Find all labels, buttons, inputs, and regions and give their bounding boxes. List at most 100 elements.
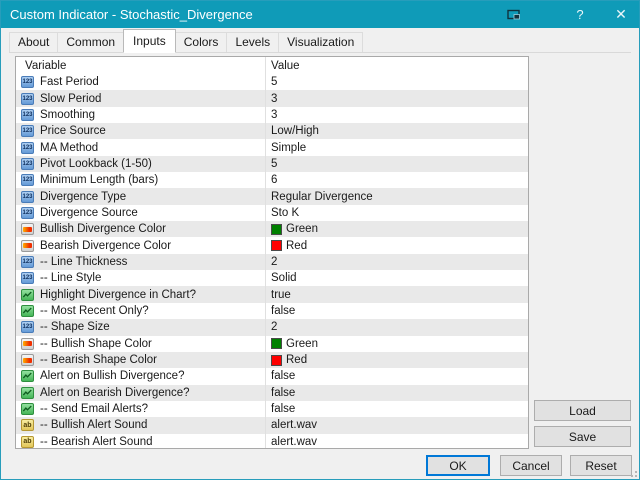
value-text: alert.wav [271,436,317,448]
reset-button[interactable]: Reset [570,455,632,476]
variable-value[interactable]: Sto K [266,205,528,221]
table-header: Variable Value [16,57,528,74]
variable-cell: 123Fast Period [16,74,266,90]
cancel-button[interactable]: Cancel [500,455,562,476]
variable-value[interactable]: 6 [266,172,528,188]
table-row[interactable]: 123Slow Period3 [16,90,528,106]
color-type-icon [21,338,34,350]
variable-value[interactable]: false [266,368,528,384]
variable-value[interactable]: Low/High [266,123,528,139]
table-row[interactable]: Highlight Divergence in Chart?true [16,286,528,302]
resize-grip[interactable] [628,468,637,477]
value-text: Low/High [271,125,319,137]
table-row[interactable]: Bullish Divergence ColorGreen [16,221,528,237]
variable-value[interactable]: Green [266,221,528,237]
table-row[interactable]: 123 -- Line Thickness 2 [16,254,528,270]
variable-value[interactable]: alert.wav [266,417,528,433]
color-swatch [271,338,282,349]
variable-cell: Alert on Bearish Divergence? [16,385,266,401]
variable-value[interactable]: alert.wav [266,434,528,449]
int-type-icon: 123 [21,207,34,219]
table-row[interactable]: -- Send Email Alerts?false [16,401,528,417]
variable-cell: 123Price Source [16,123,266,139]
column-header-value[interactable]: Value [266,57,528,74]
variable-value[interactable]: 2 [266,254,528,270]
variable-cell: Alert on Bullish Divergence? [16,368,266,384]
tab-bar: AboutCommonInputsColorsLevelsVisualizati… [9,33,631,53]
help-button[interactable]: ? [565,1,595,28]
table-row[interactable]: -- Bearish Shape ColorRed [16,352,528,368]
ok-button[interactable]: OK [426,455,490,476]
table-row[interactable]: Alert on Bearish Divergence?false [16,385,528,401]
tab-about[interactable]: About [9,32,58,52]
variable-value[interactable]: 5 [266,156,528,172]
value-text: Green [286,338,318,350]
table-row[interactable]: 123Divergence TypeRegular Divergence [16,188,528,204]
tab-visualization[interactable]: Visualization [278,32,363,52]
tab-colors[interactable]: Colors [175,32,228,52]
save-button[interactable]: Save [534,426,631,447]
dock-window-icon[interactable] [500,1,528,28]
variable-name: -- Most Recent Only? [40,305,149,317]
table-row[interactable]: 123Price Source Low/High [16,123,528,139]
variable-value[interactable]: false [266,401,528,417]
value-text: false [271,370,295,382]
color-type-icon [21,223,34,235]
variable-value[interactable]: Solid [266,270,528,286]
value-text: Green [286,223,318,235]
variable-name: Alert on Bullish Divergence? [40,370,184,382]
variable-value[interactable]: Green [266,336,528,352]
load-button[interactable]: Load [534,400,631,421]
variable-name: -- Bearish Alert Sound [40,436,153,448]
value-text: Sto K [271,207,299,219]
variable-value[interactable]: 5 [266,74,528,90]
chart-window-icon [507,9,521,21]
table-row[interactable]: 123Minimum Length (bars)6 [16,172,528,188]
variable-value[interactable]: 3 [266,90,528,106]
variable-value[interactable]: false [266,303,528,319]
table-row[interactable]: 123-- Shape Size2 [16,319,528,335]
value-text: 6 [271,174,277,186]
table-row[interactable]: 123Fast Period5 [16,74,528,90]
table-row[interactable]: 123Pivot Lookback (1-50)5 [16,156,528,172]
table-row[interactable]: ab-- Bullish Alert Soundalert.wav [16,417,528,433]
variable-name: Slow Period [40,93,101,105]
tab-inputs[interactable]: Inputs [123,29,176,53]
table-row[interactable]: Bearish Divergence ColorRed [16,237,528,253]
variable-name: -- Line Thickness [40,256,127,268]
value-text: 3 [271,93,277,105]
table-row[interactable]: 123-- Line StyleSolid [16,270,528,286]
table-row[interactable]: 123Smoothing3 [16,107,528,123]
string-type-icon: ab [21,419,34,431]
table-row[interactable]: -- Bullish Shape Color Green [16,336,528,352]
variable-value[interactable]: 3 [266,107,528,123]
variable-value[interactable]: false [266,385,528,401]
table-row[interactable]: 123MA MethodSimple [16,139,528,155]
table-row[interactable]: ab-- Bearish Alert Soundalert.wav [16,434,528,449]
variable-value[interactable]: Simple [266,139,528,155]
variable-name: Divergence Source [40,207,138,219]
variable-name: Pivot Lookback (1-50) [40,158,152,170]
tab-levels[interactable]: Levels [226,32,279,52]
value-text: 2 [271,321,277,333]
variable-name: -- Shape Size [40,321,110,333]
titlebar: Custom Indicator - Stochastic_Divergence… [1,1,639,28]
variable-cell: -- Bullish Shape Color [16,336,266,352]
value-text: Red [286,354,307,366]
tab-common[interactable]: Common [57,32,124,52]
table-row[interactable]: 123 Divergence Source Sto K [16,205,528,221]
close-button[interactable]: ✕ [605,1,637,28]
table-row[interactable]: Alert on Bullish Divergence? false [16,368,528,384]
variable-value[interactable]: true [266,286,528,302]
variable-value[interactable]: 2 [266,319,528,335]
variable-value[interactable]: Red [266,237,528,253]
column-header-variable[interactable]: Variable [16,57,266,74]
variable-cell: 123 -- Line Thickness [16,254,266,270]
variable-name: Divergence Type [40,191,126,203]
variable-name: Price Source [40,125,106,137]
variable-value[interactable]: Red [266,352,528,368]
int-type-icon: 123 [21,256,34,268]
variable-value[interactable]: Regular Divergence [266,188,528,204]
color-type-icon [21,240,34,252]
table-row[interactable]: -- Most Recent Only? false [16,303,528,319]
